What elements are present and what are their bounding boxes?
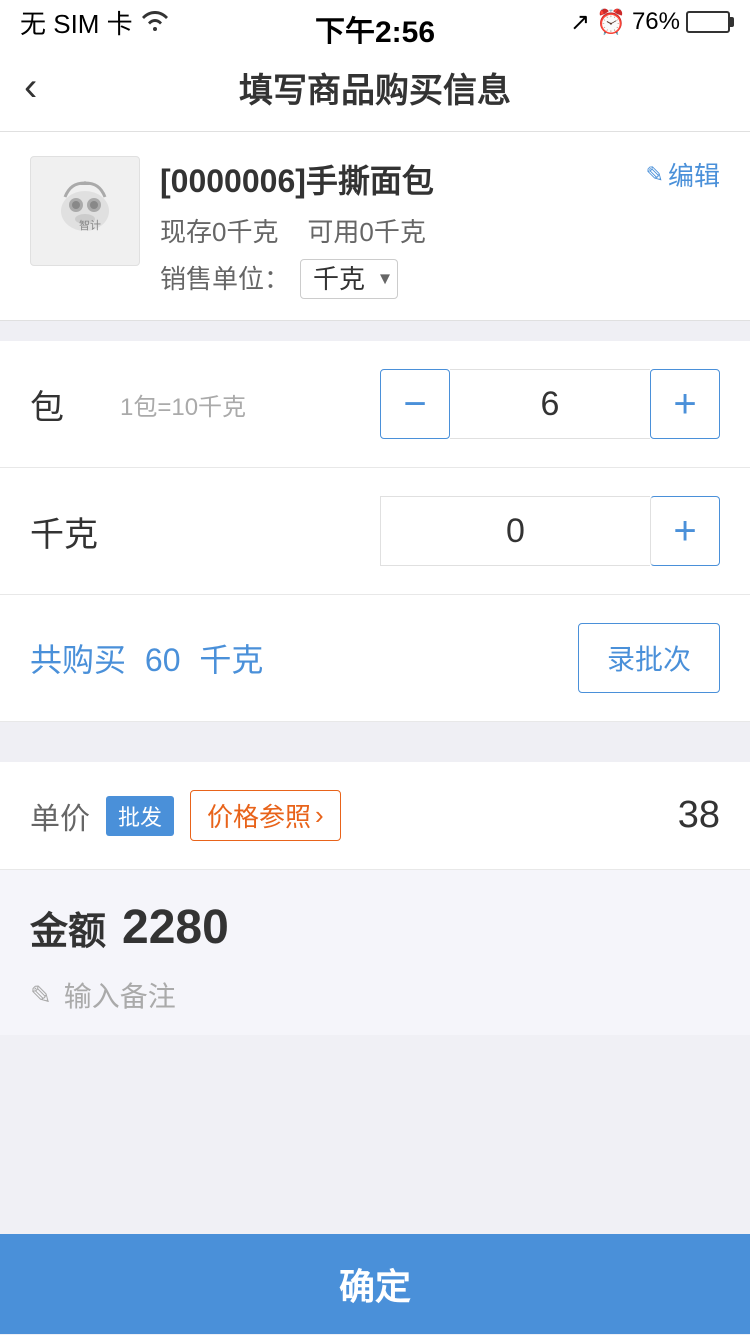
product-card: 智计 [0000006]手撕面包 ✎ 编辑 现存0千克 可用0千克 销售单位： …: [0, 132, 750, 321]
page-title: 填写商品购买信息: [239, 63, 511, 112]
wifi-icon: [141, 7, 169, 38]
quantity-section: 包 1包=10千克 − + 千克 + 共购买 60 千克 录批次: [0, 341, 750, 722]
summary-text: 共购买 60 千克: [30, 635, 263, 681]
back-button[interactable]: ‹: [24, 65, 37, 110]
pack-label: 包: [30, 380, 110, 429]
alarm-icon: ⏰: [596, 8, 626, 37]
kg-controls: +: [380, 496, 720, 566]
svg-text:智计: 智计: [79, 218, 101, 232]
price-ref-button[interactable]: 价格参照 ›: [190, 790, 341, 841]
pencil-icon: ✎: [30, 980, 52, 1011]
unit-row: 销售单位： 千克: [160, 259, 720, 296]
price-value: 38: [678, 794, 720, 837]
remark-placeholder: 输入备注: [64, 975, 176, 1015]
kg-quantity-input[interactable]: [380, 496, 650, 566]
kg-plus-button[interactable]: +: [650, 496, 720, 566]
summary-amount: 60: [145, 642, 181, 678]
amount-row: 金额 2280: [30, 900, 720, 955]
nav-bar: ‹ 填写商品购买信息: [0, 44, 750, 132]
unit-select-wrapper[interactable]: 千克: [300, 259, 398, 296]
pack-controls: − +: [380, 369, 720, 439]
location-icon: ↗: [570, 8, 590, 37]
amount-label: 金额: [30, 900, 106, 955]
kg-label: 千克: [30, 507, 110, 556]
stock-info: 现存0千克 可用0千克: [160, 212, 720, 249]
product-name: [0000006]手撕面包: [160, 156, 646, 202]
price-section: 单价 批发 价格参照 › 38: [0, 762, 750, 870]
summary-row: 共购买 60 千克 录批次: [0, 595, 750, 722]
kg-quantity-row: 千克 +: [0, 468, 750, 595]
amount-value: 2280: [122, 900, 229, 955]
pack-quantity-row: 包 1包=10千克 − +: [0, 341, 750, 468]
pack-quantity-input[interactable]: [450, 369, 650, 439]
product-info: [0000006]手撕面包 ✎ 编辑 现存0千克 可用0千克 销售单位： 千克: [160, 156, 720, 296]
price-type-tag: 批发: [106, 796, 174, 836]
unit-select[interactable]: 千克: [300, 259, 398, 299]
price-ref-arrow: ›: [315, 800, 324, 831]
amount-section: 金额 2280 ✎ 输入备注: [0, 870, 750, 1035]
pack-minus-button[interactable]: −: [380, 369, 450, 439]
pack-plus-button[interactable]: +: [650, 369, 720, 439]
carrier-text: 无 SIM 卡: [20, 4, 133, 41]
status-carrier: 无 SIM 卡: [20, 4, 169, 41]
pack-hint: 1包=10千克: [120, 387, 380, 422]
record-batch-button[interactable]: 录批次: [578, 623, 720, 693]
remark-row[interactable]: ✎ 输入备注: [30, 975, 720, 1015]
status-bar: 无 SIM 卡 下午2:56 ↗ ⏰ 76%: [0, 0, 750, 44]
battery-text: 76%: [632, 8, 680, 36]
battery-icon: [686, 11, 730, 33]
product-image: 智计: [30, 156, 140, 266]
edit-button[interactable]: ✎ 编辑: [646, 156, 720, 193]
confirm-button[interactable]: 确定: [0, 1234, 750, 1334]
price-label: 单价: [30, 794, 90, 838]
status-right: ↗ ⏰ 76%: [570, 8, 730, 37]
section-divider-2: [0, 722, 750, 742]
section-divider-1: [0, 321, 750, 341]
product-logo: 智计: [55, 179, 115, 244]
edit-icon: ✎: [646, 162, 664, 188]
